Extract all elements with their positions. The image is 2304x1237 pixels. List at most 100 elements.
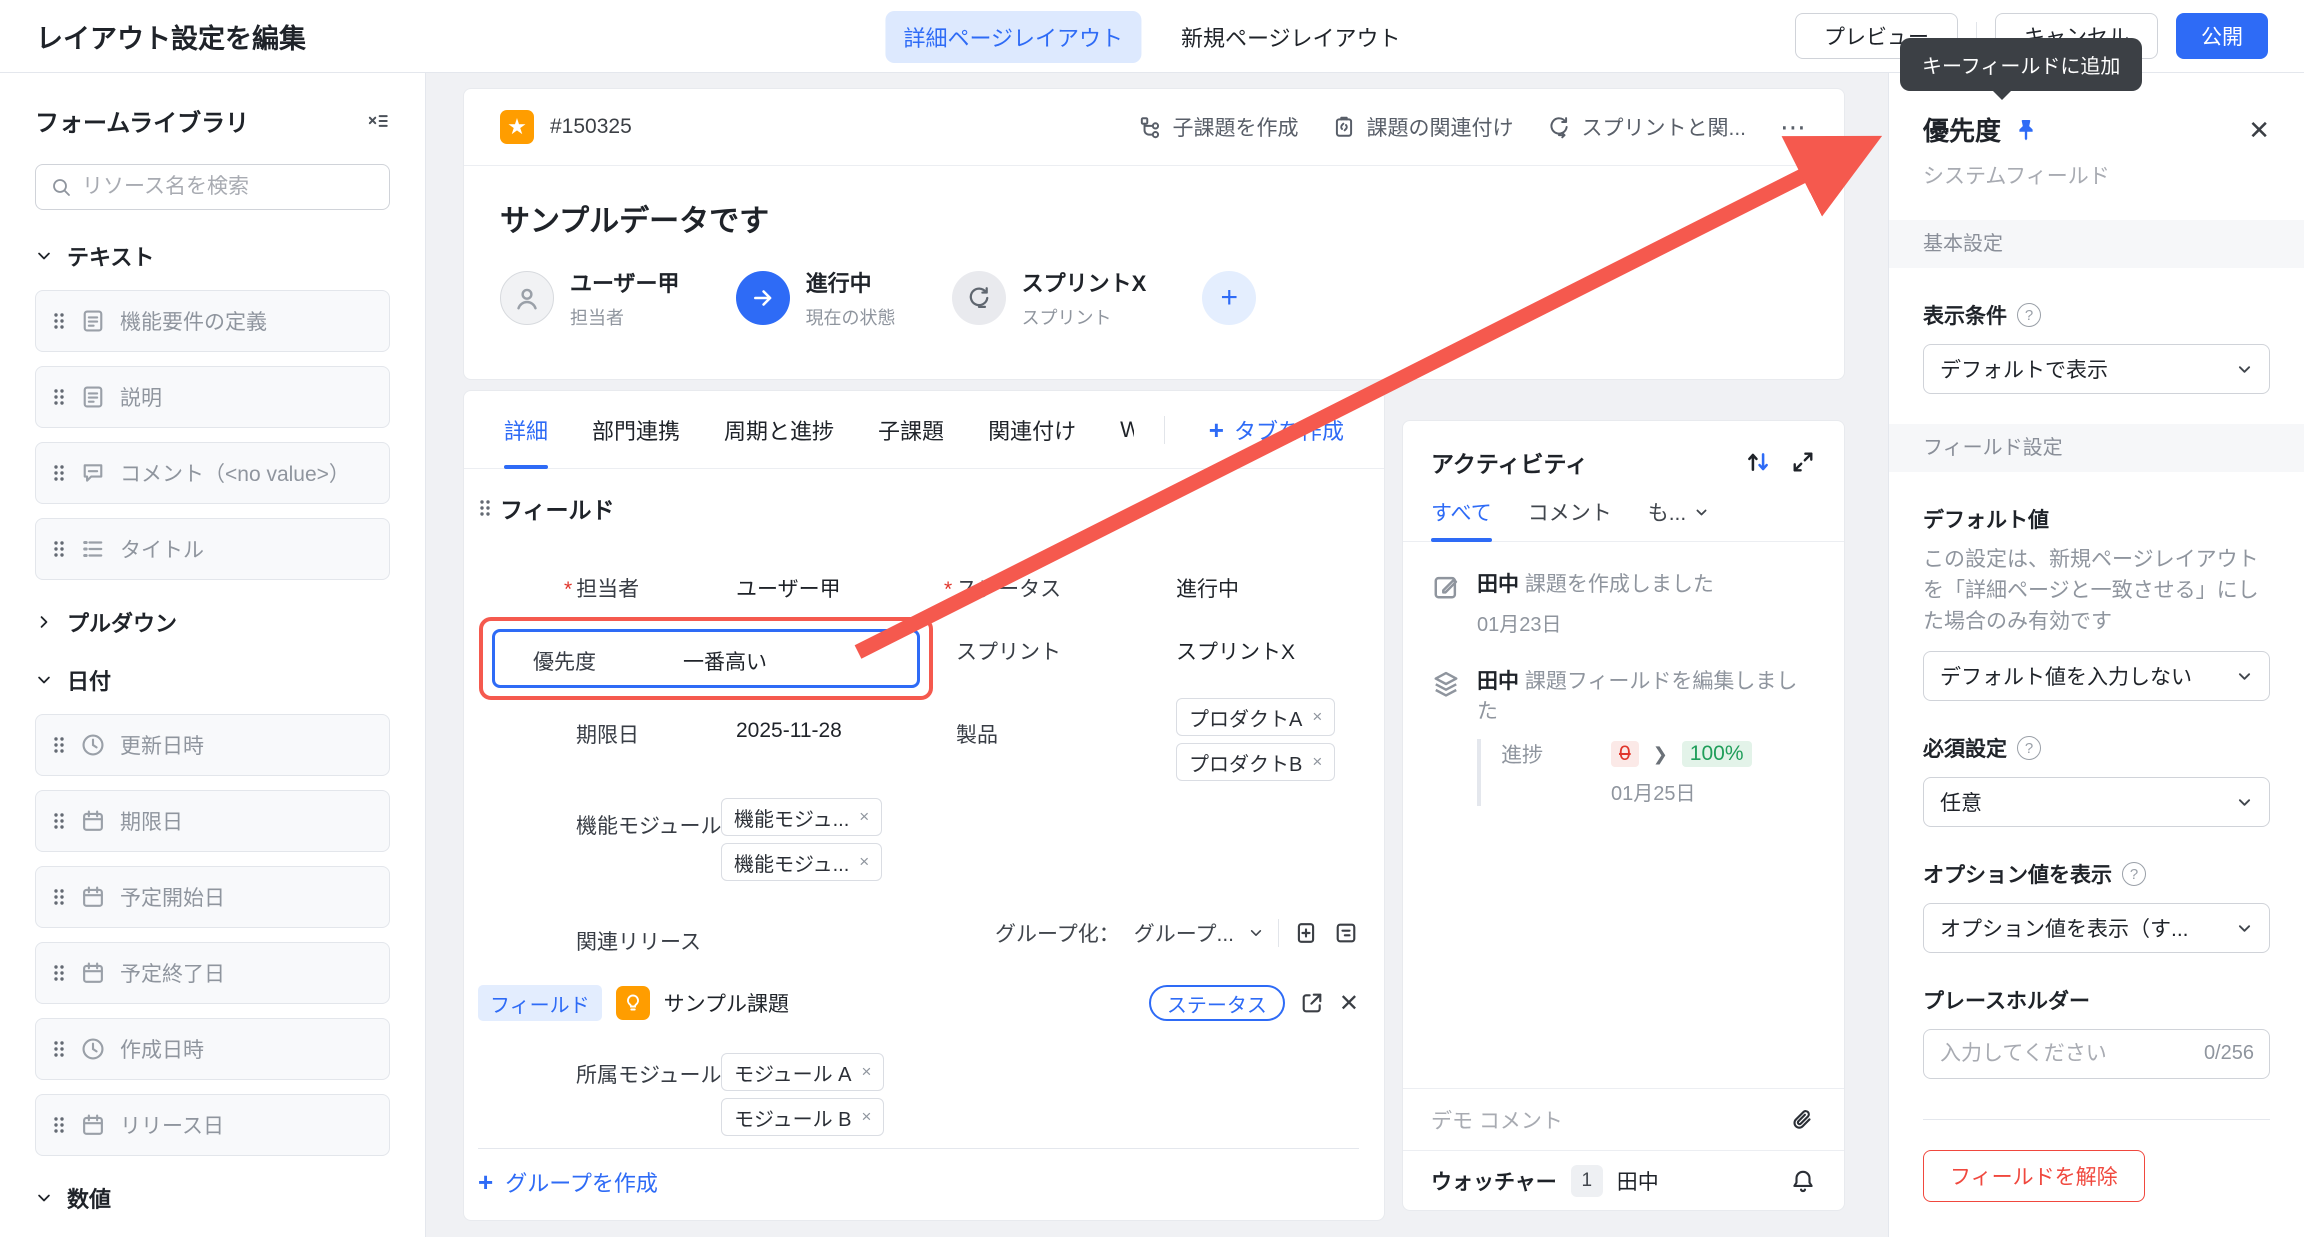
assignee-badge[interactable]: ユーザー甲 担当者 — [500, 266, 680, 330]
library-item-title[interactable]: タイトル — [35, 518, 390, 580]
library-item-planned-start[interactable]: 予定開始日 — [35, 866, 390, 928]
default-value-select[interactable]: デフォルト値を入力しない — [1923, 651, 2270, 701]
pin-icon[interactable] — [2013, 117, 2039, 143]
option-display-select[interactable]: オプション値を表示（す... — [1923, 903, 2270, 953]
display-condition-select[interactable]: デフォルトで表示 — [1923, 344, 2270, 394]
tab-new-page-layout[interactable]: 新規ページレイアウト — [1163, 11, 1419, 63]
drag-handle-icon[interactable] — [52, 539, 66, 559]
drag-handle-icon[interactable] — [52, 1039, 66, 1059]
activity-panel: アクティビティ すべて コメント も... 田中 課題を作成しました 01月23… — [1402, 420, 1845, 1211]
resource-search[interactable] — [35, 164, 390, 210]
remove-tag-icon[interactable]: × — [1312, 752, 1322, 772]
library-item-description[interactable]: 説明 — [35, 366, 390, 428]
library-item-updated-at[interactable]: 更新日時 — [35, 714, 390, 776]
help-icon[interactable]: ? — [2122, 862, 2146, 886]
sprint-link-button[interactable]: スプリントと関... — [1547, 112, 1746, 142]
priority-field-selected[interactable]: 優先度 一番高い — [492, 629, 920, 688]
tab-links[interactable]: 関連付け — [988, 391, 1076, 469]
library-item-requirement[interactable]: 機能要件の定義 — [35, 290, 390, 352]
sidebar-section-text[interactable]: テキスト — [35, 240, 390, 272]
library-item-due-date[interactable]: 期限日 — [35, 790, 390, 852]
drag-handle-icon[interactable] — [52, 735, 66, 755]
remove-tag-icon[interactable]: × — [859, 852, 869, 872]
sample-issue-title[interactable]: サンプル課題 — [664, 988, 789, 1018]
chevron-down-icon[interactable] — [1248, 925, 1264, 941]
due-date-field-value[interactable]: 2025-11-28 — [736, 719, 842, 743]
sidebar-section-dropdown[interactable]: プルダウン — [35, 606, 390, 638]
belong-module-tag[interactable]: モジュール B × — [721, 1098, 885, 1136]
drag-handle-icon[interactable] — [52, 1115, 66, 1135]
activity-tab-more[interactable]: も... — [1648, 497, 1710, 541]
section-basic-settings: 基本設定 — [1889, 220, 2304, 268]
collapse-panel-icon[interactable] — [366, 109, 390, 133]
activity-tab-comments[interactable]: コメント — [1528, 497, 1612, 541]
add-badge-button[interactable]: + — [1202, 271, 1257, 325]
required-setting-select[interactable]: 任意 — [1923, 777, 2270, 827]
help-icon[interactable]: ? — [2017, 736, 2041, 760]
create-tab-button[interactable]: + タブを作成 — [1209, 414, 1344, 446]
sprint-field-value[interactable]: スプリントX — [1176, 636, 1295, 666]
bell-icon[interactable] — [1790, 1168, 1816, 1194]
tab-subtasks[interactable]: 子課題 — [878, 391, 944, 469]
remove-tag-icon[interactable]: × — [862, 1107, 872, 1127]
drag-handle-icon[interactable] — [52, 887, 66, 907]
library-item-release-date[interactable]: リリース日 — [35, 1094, 390, 1156]
tab-department[interactable]: 部門連携 — [592, 391, 680, 469]
fields-section-header[interactable]: フィールド — [478, 491, 615, 525]
filter-view-icon[interactable] — [1333, 920, 1359, 946]
module-tag[interactable]: 機能モジュ... × — [721, 843, 883, 881]
drag-handle-icon[interactable] — [52, 811, 66, 831]
tab-detail-page-layout[interactable]: 詳細ページレイアウト — [885, 10, 1141, 63]
close-icon[interactable]: ✕ — [1339, 989, 1359, 1018]
status-pill[interactable]: ステータス — [1148, 985, 1285, 1021]
panel-divider — [1923, 1119, 2270, 1120]
assignee-field-value[interactable]: ユーザー甲 — [736, 573, 841, 603]
sidebar-section-number[interactable]: 数値 — [35, 1182, 390, 1214]
assignee-field-label: 担当者 — [564, 573, 639, 603]
group-by-value[interactable]: グループ... — [1134, 918, 1234, 948]
tab-cycle-progress[interactable]: 周期と進捗 — [724, 391, 834, 469]
drag-handle-icon[interactable] — [52, 387, 66, 407]
belong-module-tag[interactable]: モジュール A × — [721, 1053, 885, 1091]
tab-details[interactable]: 詳細 — [504, 391, 549, 469]
product-tag[interactable]: プロダクトB × — [1176, 743, 1336, 781]
sidebar-section-date[interactable]: 日付 — [35, 664, 390, 696]
remove-tag-icon[interactable]: × — [1312, 707, 1322, 727]
sprint-badge[interactable]: スプリントX スプリント — [951, 266, 1146, 330]
paperclip-icon[interactable] — [1790, 1107, 1816, 1133]
sort-icon[interactable] — [1744, 448, 1772, 476]
library-item-created-at[interactable]: 作成日時 — [35, 1018, 390, 1080]
remove-field-button[interactable]: フィールドを解除 — [1923, 1150, 2145, 1202]
create-subtask-button[interactable]: 子課題を作成 — [1138, 112, 1298, 142]
publish-button[interactable]: 公開 — [2176, 13, 2268, 59]
drag-handle-icon[interactable] — [478, 498, 492, 518]
remove-tag-icon[interactable]: × — [859, 807, 869, 827]
tab-wiki[interactable]: Wik — [1120, 391, 1134, 469]
drag-handle-icon[interactable] — [52, 963, 66, 983]
add-card-icon[interactable] — [1293, 920, 1319, 946]
more-actions-button[interactable]: ⋯ — [1780, 112, 1808, 143]
library-item-planned-end[interactable]: 予定終了日 — [35, 942, 390, 1004]
status-badge[interactable]: 進行中 現在の状態 — [735, 266, 896, 330]
remove-tag-icon[interactable]: × — [862, 1062, 872, 1082]
status-field-value[interactable]: 進行中 — [1176, 573, 1239, 603]
comment-input[interactable]: デモ コメント — [1403, 1088, 1844, 1150]
search-input[interactable] — [82, 175, 375, 199]
activity-tab-all[interactable]: すべて — [1431, 497, 1492, 542]
chevron-right-icon — [35, 613, 53, 631]
sample-issue-row: フィールド サンプル課題 ステータス ✕ — [478, 985, 1359, 1021]
external-link-icon[interactable] — [1299, 990, 1325, 1016]
product-tag[interactable]: プロダクトA × — [1176, 698, 1336, 736]
activity-item-created: 田中 課題を作成しました 01月23日 — [1431, 570, 1816, 637]
expand-icon[interactable] — [1790, 449, 1816, 475]
drag-handle-icon[interactable] — [52, 311, 66, 331]
create-group-button[interactable]: + グループを作成 — [478, 1166, 658, 1198]
watcher-name[interactable]: 田中 — [1617, 1166, 1659, 1196]
close-icon[interactable]: ✕ — [2248, 117, 2270, 143]
link-issue-button[interactable]: 課題の関連付け — [1332, 112, 1513, 142]
drag-handle-icon[interactable] — [52, 463, 66, 483]
comment-icon — [80, 460, 106, 486]
help-icon[interactable]: ? — [2017, 303, 2041, 327]
module-tag[interactable]: 機能モジュ... × — [721, 798, 883, 836]
library-item-comment[interactable]: コメント（<no value>） — [35, 442, 390, 504]
